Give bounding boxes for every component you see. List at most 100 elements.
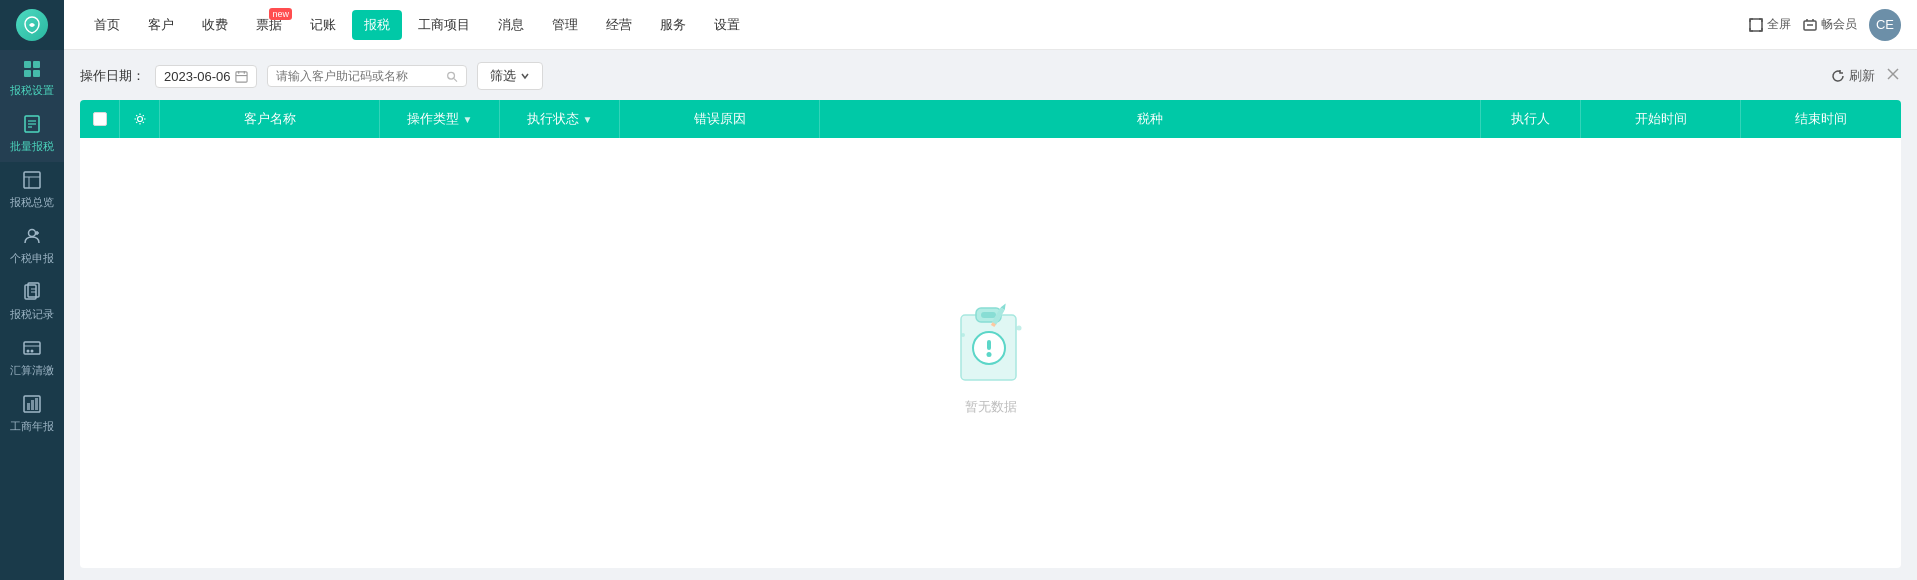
nav-operations[interactable]: 经营	[592, 0, 646, 50]
th-exec-status[interactable]: 执行状态 ▼	[500, 100, 620, 138]
column-settings-icon	[133, 112, 147, 126]
date-input[interactable]: 2023-06-06	[155, 65, 257, 88]
svg-point-44	[961, 333, 965, 337]
svg-rect-29	[235, 71, 246, 81]
svg-point-45	[1016, 326, 1021, 331]
sidebar-label-batch-tax: 批量报税	[10, 140, 54, 153]
fullscreen-icon	[1749, 18, 1763, 32]
toolbar-right: 刷新	[1831, 66, 1901, 86]
nav-services[interactable]: 服务	[646, 0, 700, 50]
tax-settings-icon	[22, 58, 42, 81]
annual-report-icon	[22, 394, 42, 417]
svg-rect-8	[24, 172, 40, 188]
svg-rect-1	[33, 61, 40, 68]
nav-home[interactable]: 首页	[80, 0, 134, 50]
svg-point-43	[986, 352, 991, 357]
tax-records-icon	[22, 282, 42, 305]
content: 操作日期： 2023-06-06 筛选	[64, 50, 1917, 580]
sidebar-logo	[0, 0, 64, 50]
svg-rect-26	[1750, 19, 1762, 31]
sidebar: 报税设置 批量报税 报税总览	[0, 0, 64, 580]
nav-billing[interactable]: 收费	[188, 0, 242, 50]
toolbar: 操作日期： 2023-06-06 筛选	[80, 62, 1901, 90]
svg-point-21	[31, 350, 34, 353]
topnav-right: 全屏 畅会员 CE	[1749, 9, 1901, 41]
fullscreen-btn[interactable]: 全屏	[1749, 16, 1791, 33]
svg-point-20	[27, 350, 30, 353]
empty-text: 暂无数据	[965, 398, 1017, 416]
empty-illustration	[941, 290, 1041, 390]
nav-business[interactable]: 工商项目	[404, 0, 484, 50]
search-icon	[446, 70, 458, 83]
refresh-btn[interactable]: 刷新	[1831, 67, 1875, 85]
sidebar-item-settlement[interactable]: 汇算清缴	[0, 330, 64, 386]
sort-icon-operation: ▼	[463, 114, 473, 125]
th-end-time: 结束时间	[1741, 100, 1901, 138]
search-box[interactable]	[267, 65, 467, 87]
th-settings	[120, 100, 160, 138]
batch-tax-icon	[22, 114, 42, 137]
th-error-reason: 错误原因	[620, 100, 820, 138]
main-area: 首页 客户 收费 票据 new 记账 报税 工商项目 消息 管理 经营 服务 设…	[64, 0, 1917, 580]
sidebar-item-batch-tax[interactable]: 批量报税	[0, 106, 64, 162]
sidebar-label-personal-tax: 个税申报	[10, 252, 54, 265]
sidebar-label-tax-records: 报税记录	[10, 308, 54, 321]
filter-label: 筛选	[490, 67, 516, 85]
logo-icon	[16, 9, 48, 41]
sidebar-label-tax-overview: 报税总览	[10, 196, 54, 209]
member-btn[interactable]: 畅会员	[1803, 16, 1857, 33]
th-checkbox[interactable]	[80, 100, 120, 138]
sidebar-item-personal-tax[interactable]: 个税申报	[0, 218, 64, 274]
nav-settings[interactable]: 设置	[700, 0, 754, 50]
table-body: 暂无数据	[80, 138, 1901, 568]
topnav: 首页 客户 收费 票据 new 记账 报税 工商项目 消息 管理 经营 服务 设…	[64, 0, 1917, 50]
sort-icon-status: ▼	[583, 114, 593, 125]
nav-management[interactable]: 管理	[538, 0, 592, 50]
sidebar-label-tax-settings: 报税设置	[10, 84, 54, 97]
sidebar-label-annual-report: 工商年报	[10, 420, 54, 433]
nav-invoice[interactable]: 票据 new	[242, 0, 296, 50]
refresh-icon	[1831, 69, 1845, 83]
sidebar-item-annual-report[interactable]: 工商年报	[0, 386, 64, 442]
svg-rect-2	[24, 70, 31, 77]
sidebar-item-tax-records[interactable]: 报税记录	[0, 274, 64, 330]
svg-rect-23	[27, 403, 30, 410]
th-operation-type[interactable]: 操作类型 ▼	[380, 100, 500, 138]
svg-rect-3	[33, 70, 40, 77]
calendar-icon	[235, 70, 248, 83]
sidebar-item-tax-overview[interactable]: 报税总览	[0, 162, 64, 218]
refresh-label: 刷新	[1849, 67, 1875, 85]
svg-point-37	[137, 117, 142, 122]
date-label: 操作日期：	[80, 67, 145, 85]
nav-tax[interactable]: 报税	[352, 10, 402, 40]
nav-messages[interactable]: 消息	[484, 0, 538, 50]
svg-rect-24	[31, 400, 34, 410]
member-label: 畅会员	[1821, 16, 1857, 33]
th-start-time: 开始时间	[1581, 100, 1741, 138]
table-header: 客户名称 操作类型 ▼ 执行状态 ▼ 错误原因 税种 执行人 开始时间 结束时间	[80, 100, 1901, 138]
th-executor: 执行人	[1481, 100, 1581, 138]
avatar[interactable]: CE	[1869, 9, 1901, 41]
invoice-badge: new	[269, 8, 292, 20]
svg-rect-42	[987, 340, 991, 350]
svg-rect-40	[981, 312, 996, 318]
sidebar-label-settlement: 汇算清缴	[10, 364, 54, 377]
select-all-checkbox[interactable]	[93, 112, 107, 126]
personal-tax-icon	[22, 226, 42, 249]
tax-overview-icon	[22, 170, 42, 193]
svg-point-11	[29, 230, 36, 237]
date-value: 2023-06-06	[164, 69, 231, 84]
th-client-name: 客户名称	[160, 100, 380, 138]
table-container: 客户名称 操作类型 ▼ 执行状态 ▼ 错误原因 税种 执行人 开始时间 结束时间	[80, 100, 1901, 568]
nav-customer[interactable]: 客户	[134, 0, 188, 50]
search-input[interactable]	[276, 69, 442, 83]
th-tax-type: 税种	[820, 100, 1481, 138]
filter-btn[interactable]: 筛选	[477, 62, 543, 90]
fullscreen-label: 全屏	[1767, 16, 1791, 33]
close-btn[interactable]	[1885, 66, 1901, 86]
chevron-down-icon	[520, 71, 530, 81]
svg-line-34	[454, 78, 457, 81]
empty-state: 暂无数据	[941, 290, 1041, 416]
nav-bookkeeping[interactable]: 记账	[296, 0, 350, 50]
sidebar-item-tax-settings[interactable]: 报税设置	[0, 50, 64, 106]
